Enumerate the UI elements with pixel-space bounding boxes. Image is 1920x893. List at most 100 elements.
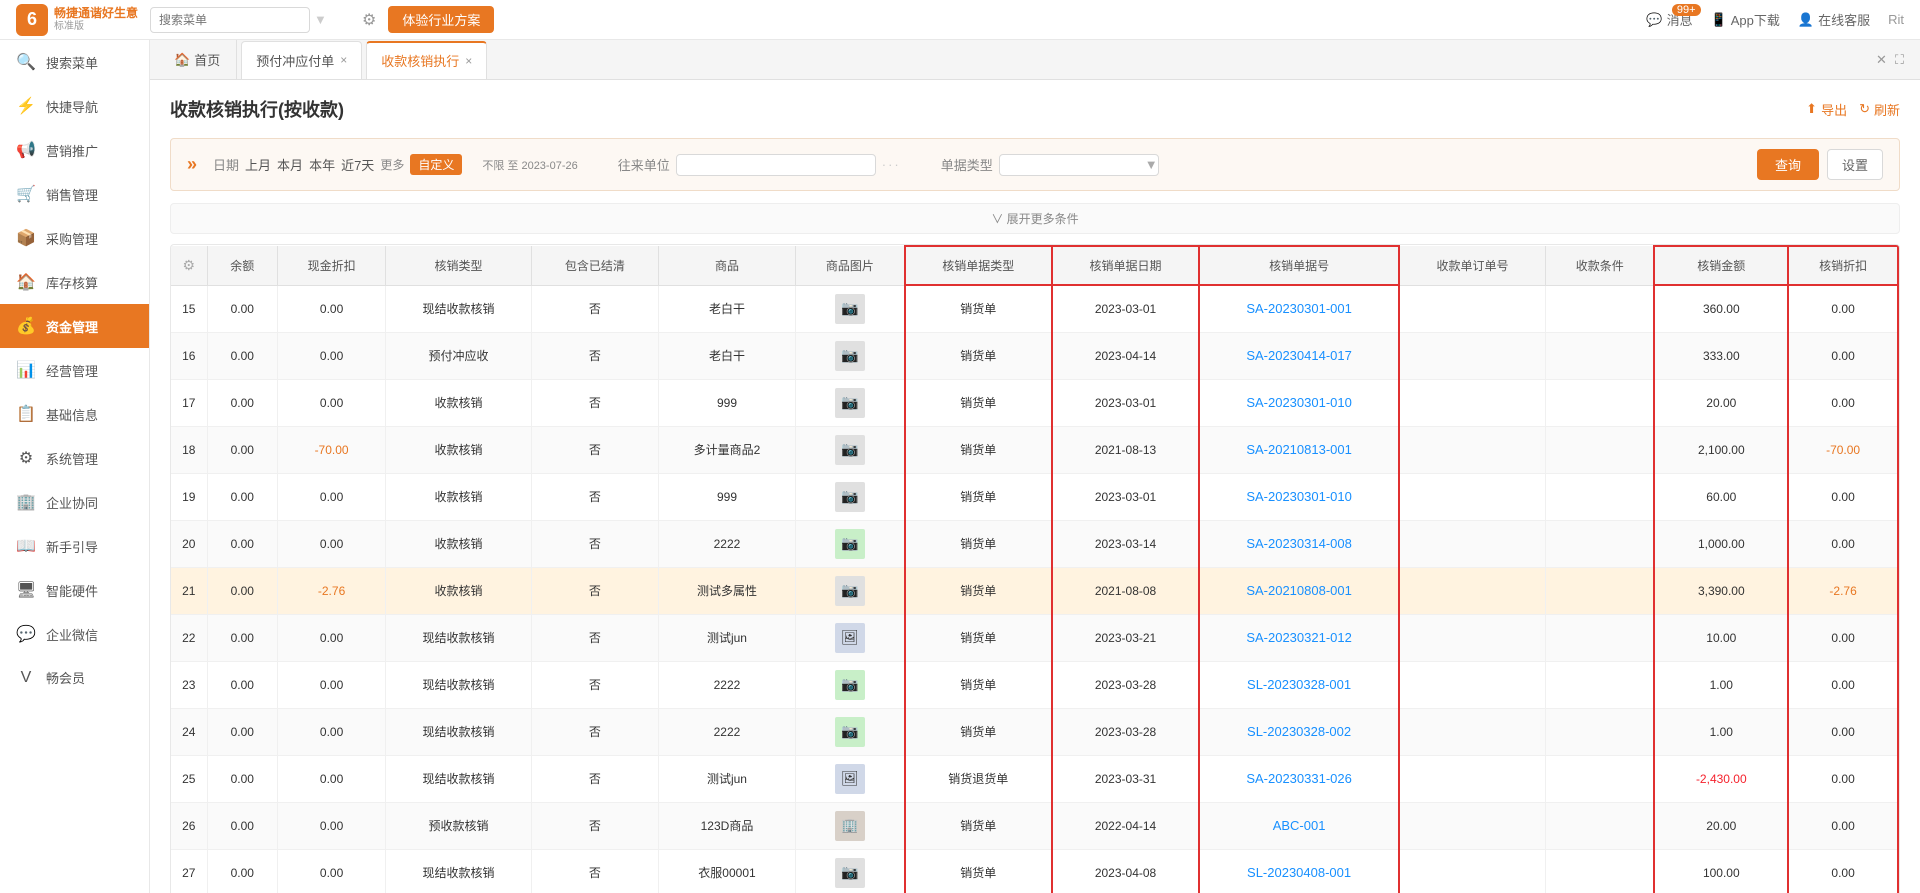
- enterprise-icon: 🏢: [16, 492, 36, 512]
- refresh-button[interactable]: ↻ 刷新: [1859, 100, 1900, 119]
- cell-doc-no: SA-20210813-001: [1199, 426, 1399, 473]
- cell-write-off-type: 收款核销: [386, 379, 532, 426]
- message-button[interactable]: 💬 消息 99+: [1646, 10, 1692, 29]
- cell-includes-cleared: 否: [531, 285, 658, 332]
- cell-cash-discount: 0.00: [278, 520, 386, 567]
- date-opt-last-month[interactable]: 上月: [245, 155, 271, 174]
- cell-discount: 0.00: [1788, 520, 1898, 567]
- smart-icon: 🖥: [16, 580, 36, 600]
- user-name[interactable]: Rit: [1888, 12, 1904, 27]
- cell-conditions: [1546, 520, 1655, 567]
- online-service-button[interactable]: 👤 在线客服: [1798, 10, 1870, 29]
- doc-no-link[interactable]: SL-20230328-002: [1247, 724, 1351, 739]
- cell-includes-cleared: 否: [531, 849, 658, 893]
- cell-conditions: [1546, 379, 1655, 426]
- solution-button[interactable]: 体验行业方案: [388, 6, 494, 33]
- cell-amount: -2,430.00: [1654, 755, 1788, 802]
- doc-no-link[interactable]: SA-20230301-010: [1246, 395, 1352, 410]
- expand-more-button[interactable]: ∨ 展开更多条件: [170, 203, 1900, 234]
- date-opt-this-year[interactable]: 本年: [309, 155, 335, 174]
- main-layout: 🔍搜索菜单⚡快捷导航📢营销推广🛒销售管理📦采购管理🏠库存核算💰资金管理📊经营管理…: [0, 40, 1920, 893]
- sidebar-item-smart[interactable]: 🖥 智能硬件: [0, 568, 149, 612]
- date-opt-7days[interactable]: 近7天: [341, 155, 374, 174]
- cell-write-off-type: 现结收款核销: [386, 849, 532, 893]
- doc-no-link[interactable]: SA-20210813-001: [1246, 442, 1352, 457]
- cell-doc-date: 2023-03-01: [1052, 473, 1199, 520]
- home-label: 首页: [194, 50, 220, 69]
- sidebar-item-inventory[interactable]: 🏠库存核算: [0, 260, 149, 304]
- date-opt-this-month[interactable]: 本月: [277, 155, 303, 174]
- member-icon: V: [16, 669, 36, 687]
- sidebar-item-finance[interactable]: 💰资金管理: [0, 304, 149, 348]
- message-icon: 💬: [1646, 12, 1662, 28]
- doc-no-link[interactable]: SA-20230414-017: [1246, 348, 1352, 363]
- filter-bar: » 日期 上月 本月 本年 近7天 更多 自定义 不限 至 2023-07-26…: [170, 138, 1900, 191]
- cell-balance: 0.00: [207, 332, 278, 379]
- sidebar-item-shortcut[interactable]: ⚡快捷导航: [0, 84, 149, 128]
- sidebar-item-purchase[interactable]: 📦采购管理: [0, 216, 149, 260]
- cell-goods-img: 📷: [796, 520, 905, 567]
- cell-goods: 2222: [658, 520, 795, 567]
- doc-no-link[interactable]: SA-20230301-010: [1246, 489, 1352, 504]
- doc-no-link[interactable]: SA-20230321-012: [1246, 630, 1352, 645]
- date-opt-more[interactable]: 更多: [380, 156, 404, 173]
- sidebar-item-marketing[interactable]: 📢营销推广: [0, 128, 149, 172]
- maximize-icon[interactable]: ⛶: [1895, 52, 1904, 68]
- date-custom-button[interactable]: 自定义: [410, 154, 462, 175]
- close-window-icon[interactable]: ✕: [1876, 52, 1887, 68]
- sidebar-item-sales[interactable]: 🛒销售管理: [0, 172, 149, 216]
- doc-no-link[interactable]: SL-20230408-001: [1247, 865, 1351, 880]
- phone-icon: 📱: [1711, 12, 1727, 28]
- order-type-select[interactable]: [999, 154, 1159, 176]
- sidebar-item-member[interactable]: V畅会员: [0, 656, 149, 699]
- doc-no-link[interactable]: ABC-001: [1273, 818, 1326, 833]
- doc-no-link[interactable]: SA-20210808-001: [1246, 583, 1352, 598]
- th-gear[interactable]: ⚙: [171, 246, 207, 285]
- table-row: 20 0.00 0.00 收款核销 否 2222 📷 销货单 2023-03-1…: [171, 520, 1898, 567]
- sidebar-item-system[interactable]: ⚙系统管理: [0, 436, 149, 480]
- doc-no-link[interactable]: SA-20230314-008: [1246, 536, 1352, 551]
- cell-conditions: [1546, 614, 1655, 661]
- sidebar-item-basic[interactable]: 📋基础信息: [0, 392, 149, 436]
- column-settings-icon[interactable]: ⚙: [182, 257, 195, 273]
- sidebar-item-wechat[interactable]: 💬企业微信: [0, 612, 149, 656]
- cell-amount: 1.00: [1654, 708, 1788, 755]
- data-table-wrapper: ⚙ 余额 现金折扣 核销类型 包含已结清 商品 商品图片 核销单据类型 核销单据…: [170, 244, 1900, 893]
- tab2-close-icon[interactable]: ×: [465, 54, 472, 68]
- tab-advance-payment[interactable]: 预付冲应付单 ×: [241, 41, 362, 79]
- top-search-input[interactable]: [150, 7, 310, 33]
- cell-receipt-no: [1399, 473, 1546, 520]
- tab-home[interactable]: 🏠 首页: [158, 40, 237, 80]
- cell-doc-no: SA-20230314-008: [1199, 520, 1399, 567]
- cell-balance: 0.00: [207, 755, 278, 802]
- page-title: 收款核销执行(按收款): [170, 96, 344, 122]
- data-table: ⚙ 余额 现金折扣 核销类型 包含已结清 商品 商品图片 核销单据类型 核销单据…: [171, 245, 1899, 893]
- query-button[interactable]: 查询: [1757, 149, 1819, 180]
- edition-label: 标准版: [54, 21, 138, 33]
- doc-no-link[interactable]: SL-20230328-001: [1247, 677, 1351, 692]
- filter-settings-button[interactable]: 设置: [1827, 149, 1883, 180]
- cell-cash-discount: 0.00: [278, 332, 386, 379]
- from-unit-input[interactable]: [676, 154, 876, 176]
- tab-write-off[interactable]: 收款核销执行 ×: [366, 41, 487, 79]
- sidebar-item-guide[interactable]: 📖新手引导: [0, 524, 149, 568]
- filter-toggle-button[interactable]: »: [187, 154, 197, 175]
- sidebar-item-search[interactable]: 🔍搜索菜单: [0, 40, 149, 84]
- cell-includes-cleared: 否: [531, 661, 658, 708]
- sidebar-label-smart: 智能硬件: [46, 581, 98, 600]
- doc-no-link[interactable]: SA-20230301-001: [1246, 301, 1352, 316]
- cell-id: 18: [171, 426, 207, 473]
- sidebar-label-marketing: 营销推广: [46, 141, 98, 160]
- export-button[interactable]: ⬆ 导出: [1806, 100, 1847, 119]
- table-row: 26 0.00 0.00 预收款核销 否 123D商品 🏢 销货单 2022-0…: [171, 802, 1898, 849]
- doc-no-link[interactable]: SA-20230331-026: [1246, 771, 1352, 786]
- sidebar-item-business[interactable]: 📊经营管理: [0, 348, 149, 392]
- tab1-close-icon[interactable]: ×: [340, 53, 347, 67]
- app-download-button[interactable]: 📱 App下载: [1711, 10, 1780, 29]
- order-type-label: 单据类型: [941, 155, 993, 174]
- top-search[interactable]: ▼: [150, 7, 350, 33]
- cell-conditions: [1546, 332, 1655, 379]
- settings-icon[interactable]: ⚙: [362, 10, 376, 30]
- cell-write-off-type: 现结收款核销: [386, 755, 532, 802]
- sidebar-item-enterprise[interactable]: 🏢企业协同: [0, 480, 149, 524]
